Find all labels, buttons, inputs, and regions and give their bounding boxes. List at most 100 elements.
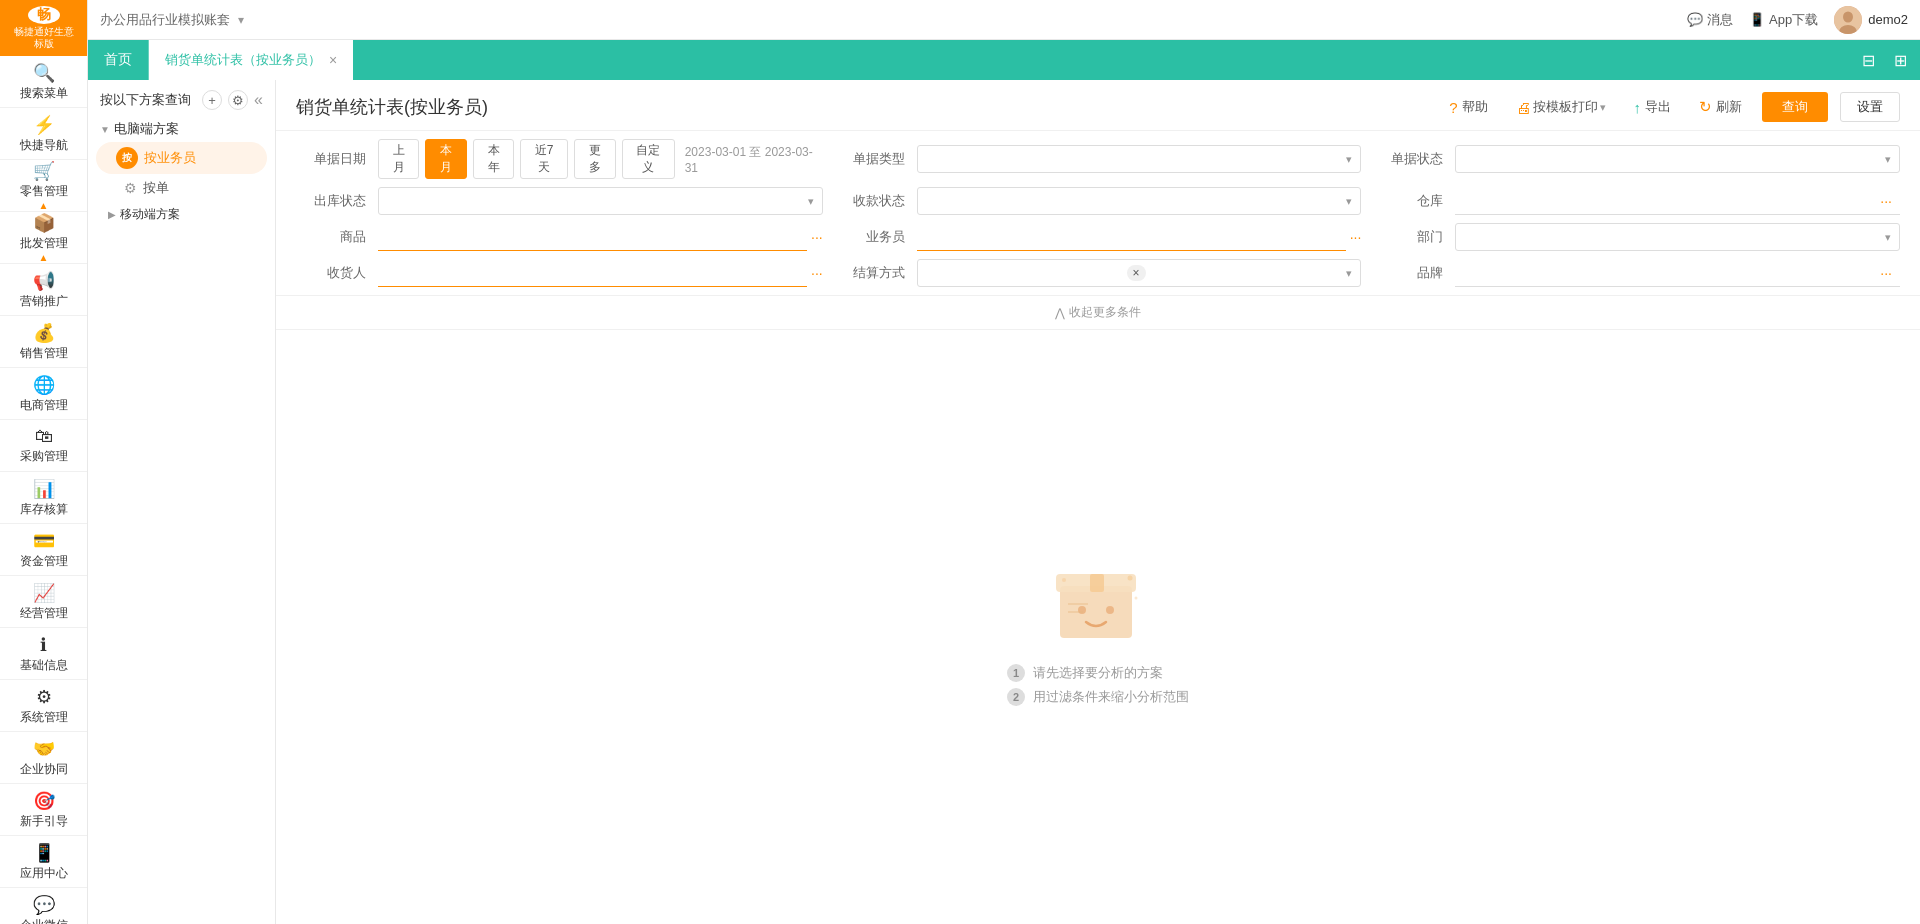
consignee-dots[interactable]: ··· [811, 265, 823, 281]
consignee-input[interactable]: ··· [378, 259, 823, 287]
consignee-label: 收货人 [296, 264, 366, 282]
export-btn[interactable]: ↑ 导出 [1626, 95, 1680, 119]
system-icon: ⚙ [36, 686, 52, 708]
query-button[interactable]: 查询 [1762, 92, 1828, 122]
brand-input[interactable]: ··· [1455, 259, 1900, 287]
tree-item-salesman[interactable]: 按 按业务员 [96, 142, 267, 174]
app-logo: 畅 畅捷通好生意标版 [0, 0, 88, 56]
goods-dots[interactable]: ··· [811, 229, 823, 245]
salesman-dots[interactable]: ··· [1350, 229, 1362, 245]
app-download-label: App下载 [1769, 11, 1818, 29]
setting-scheme-btn[interactable]: ⚙ [228, 90, 248, 110]
warehouse-input[interactable]: ··· [1455, 187, 1900, 215]
sidebar-item-appstore[interactable]: 📱 应用中心 [0, 836, 88, 888]
salesman-input[interactable]: ··· [917, 223, 1362, 251]
app-download-btn[interactable]: 📱 App下载 [1749, 11, 1818, 29]
print-btn[interactable]: 🖨 按模板打印 ▾ [1508, 95, 1614, 119]
pc-group-arrow: ▼ [100, 124, 110, 135]
dept-select[interactable]: ▾ [1455, 223, 1900, 251]
tree-mobile-group[interactable]: ▶ 移动端方案 [96, 202, 267, 227]
sidebar-item-purchase[interactable]: 🛍 采购管理 [0, 420, 88, 472]
out-status-label: 出库状态 [296, 192, 366, 210]
left-panel-header: 按以下方案查询 + ⚙ « [88, 80, 275, 116]
collapse-arrow: ⋀ [1055, 306, 1065, 320]
sidebar-item-marketing[interactable]: 📢 营销推广 [0, 264, 88, 316]
sidebar-item-basic[interactable]: ℹ 基础信息 [0, 628, 88, 680]
sidebar-item-retail[interactable]: 🛒 零售管理 ▲ [0, 160, 88, 212]
wholesale-icon: 📦 [33, 212, 55, 234]
export-icon: ↑ [1634, 99, 1642, 116]
tag-close-icon[interactable]: × [1133, 266, 1140, 280]
collapse-bar: ⋀ 收起更多条件 [276, 296, 1920, 330]
left-panel-actions: + ⚙ « [202, 90, 263, 110]
date-btn-this-year[interactable]: 本年 [473, 139, 514, 179]
date-btn-more[interactable]: 更多 [574, 139, 615, 179]
sidebar-label-appstore: 应用中心 [20, 866, 68, 882]
sidebar-item-business[interactable]: 📈 经营管理 [0, 576, 88, 628]
right-content: 销货单统计表(按业务员) ? 帮助 🖨 按模板打印 ▾ ↑ 导出 [276, 80, 1920, 924]
step-label-2: 用过滤条件来缩小分析范围 [1033, 688, 1189, 706]
settlement-select[interactable]: × ▾ [917, 259, 1362, 287]
consignee-field[interactable] [378, 259, 807, 287]
goods-field[interactable] [378, 223, 807, 251]
svg-point-7 [1106, 606, 1114, 614]
page-actions: ? 帮助 🖨 按模板打印 ▾ ↑ 导出 ↻ 刷新 [1441, 92, 1900, 122]
out-status-select[interactable]: ▾ [378, 187, 823, 215]
sidebar-item-newbie[interactable]: 🎯 新手引导 [0, 784, 88, 836]
warehouse-dots[interactable]: ··· [1880, 193, 1892, 209]
help-btn[interactable]: ? 帮助 [1441, 95, 1495, 119]
tab-fullscreen-btn[interactable]: ⊞ [1888, 48, 1912, 72]
sidebar-item-inventory[interactable]: 📊 库存核算 [0, 472, 88, 524]
receive-status-select[interactable]: ▾ [917, 187, 1362, 215]
sidebar-label-sales: 销售管理 [20, 346, 68, 362]
svg-point-12 [1135, 597, 1138, 600]
page-header: 销货单统计表(按业务员) ? 帮助 🖨 按模板打印 ▾ ↑ 导出 [276, 80, 1920, 131]
topbar-arrow[interactable]: ▾ [238, 13, 244, 27]
sidebar-item-system[interactable]: ⚙ 系统管理 [0, 680, 88, 732]
collapse-more-btn[interactable]: ⋀ 收起更多条件 [1043, 302, 1153, 323]
svg-point-6 [1078, 606, 1086, 614]
tab-sales-statistics[interactable]: 销货单统计表（按业务员） × [149, 40, 353, 80]
search-icon: 🔍 [33, 62, 55, 84]
sidebar-item-wechat[interactable]: 💬 企业微信 [0, 888, 88, 924]
tree-pc-group[interactable]: ▼ 电脑端方案 [96, 116, 267, 142]
status-select[interactable]: ▾ [1455, 145, 1900, 173]
sidebar-item-quick[interactable]: ⚡ 快捷导航 [0, 108, 88, 160]
sidebar-label-newbie: 新手引导 [20, 814, 68, 830]
status-label: 单据状态 [1373, 150, 1443, 168]
goods-input[interactable]: ··· [378, 223, 823, 251]
brand-dots[interactable]: ··· [1880, 265, 1892, 281]
sidebar-item-wholesale[interactable]: 📦 批发管理 ▲ [0, 212, 88, 264]
collapse-panel-btn[interactable]: « [254, 91, 263, 109]
add-scheme-btn[interactable]: + [202, 90, 222, 110]
tab-close-btn[interactable]: × [329, 53, 337, 67]
tree-sub-item-order[interactable]: ⚙ 按单 [96, 174, 267, 202]
sidebar-item-finance[interactable]: 💳 资金管理 [0, 524, 88, 576]
sidebar-item-ecommerce[interactable]: 🌐 电商管理 [0, 368, 88, 420]
empty-step-1: 1 请先选择要分析的方案 [1007, 664, 1189, 682]
date-btn-this-month[interactable]: 本月 [425, 139, 466, 179]
sidebar-item-corp[interactable]: 🤝 企业协同 [0, 732, 88, 784]
finance-icon: 💳 [33, 530, 55, 552]
setting-button[interactable]: 设置 [1840, 92, 1900, 122]
message-btn[interactable]: 💬 消息 [1687, 11, 1733, 29]
sidebar-item-sales[interactable]: 💰 销售管理 [0, 316, 88, 368]
tab-collapse-btn[interactable]: ⊟ [1856, 48, 1880, 72]
ecommerce-icon: 🌐 [33, 374, 55, 396]
refresh-btn[interactable]: ↻ 刷新 [1691, 95, 1750, 119]
type-select[interactable]: ▾ [917, 145, 1362, 173]
tab-home[interactable]: 首页 [88, 40, 149, 80]
settlement-tag[interactable]: × [1127, 265, 1146, 281]
quick-icon: ⚡ [33, 114, 55, 136]
sales-icon: 💰 [33, 322, 55, 344]
empty-state: 1 请先选择要分析的方案 2 用过滤条件来缩小分析范围 [276, 330, 1920, 924]
sidebar-item-search[interactable]: 🔍 搜索菜单 [0, 56, 88, 108]
date-btn-7days[interactable]: 近7天 [520, 139, 568, 179]
logo-icon: 畅 [28, 6, 60, 24]
user-menu[interactable]: demo2 [1834, 6, 1908, 34]
date-btn-last-month[interactable]: 上月 [378, 139, 419, 179]
brand-label: 品牌 [1373, 264, 1443, 282]
salesman-field[interactable] [917, 223, 1346, 251]
status-select-arrow: ▾ [1885, 153, 1891, 166]
date-btn-custom[interactable]: 自定义 [622, 139, 675, 179]
